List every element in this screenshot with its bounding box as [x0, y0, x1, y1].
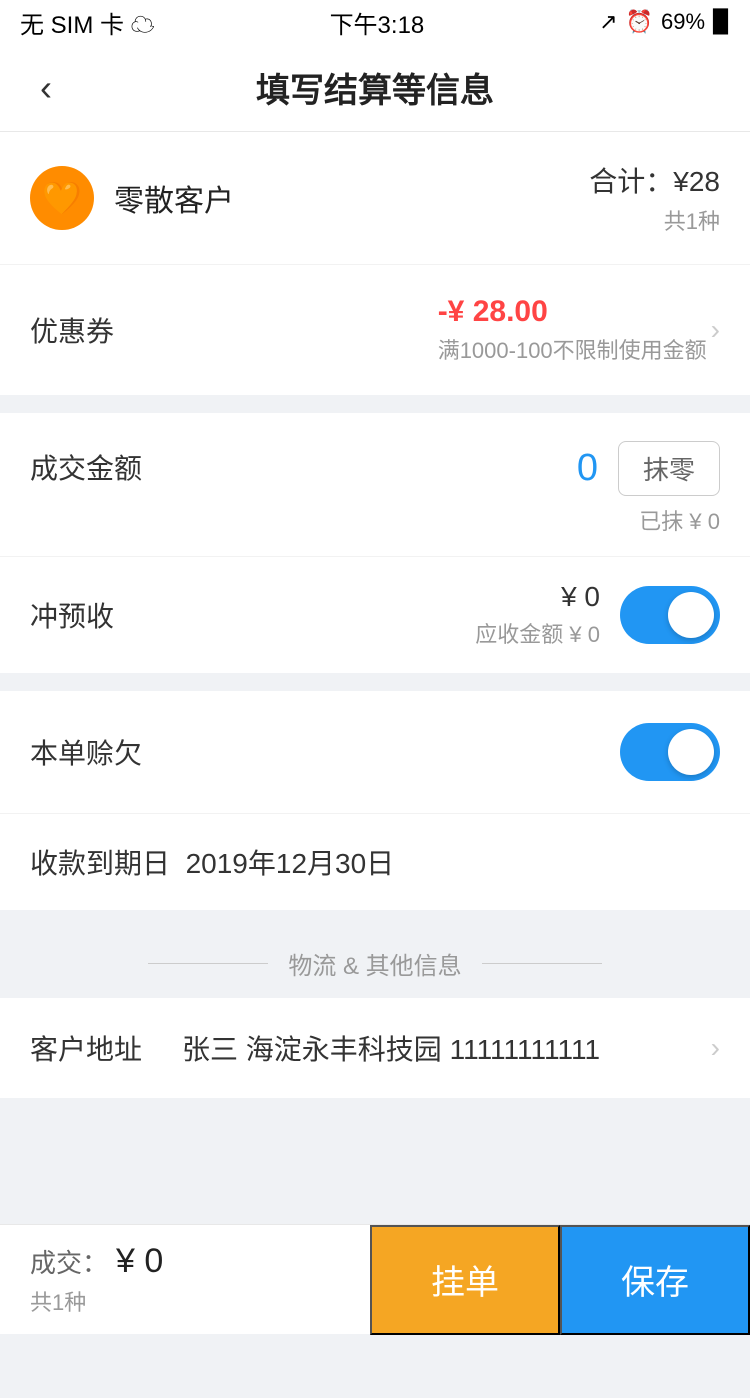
logistics-label: 物流 & 其他信息 — [288, 946, 461, 981]
status-bar: 无 SIM 卡 ☁ 下午3:18 ↗ ⏰ 69% ▉ — [0, 0, 750, 44]
logistics-divider: 物流 & 其他信息 — [0, 928, 750, 998]
location-icon: ↗ — [599, 9, 617, 35]
prepay-receivable: 应收金额 ¥ 0 — [475, 617, 600, 649]
due-date-label: 收款到期日 2019年12月30日 — [30, 848, 394, 879]
main-content: 🧡 零散客户 合计：¥28 共1种 优惠券 -¥ 28.00 满1000-100… — [0, 132, 750, 1398]
status-left: 无 SIM 卡 ☁ — [20, 5, 155, 40]
customer-name: 零散客户 — [114, 176, 234, 220]
deal-amount-section: 成交金额 0 抹零 已抹 ¥ 0 冲预收 ¥ 0 应收金额 ¥ 0 — [0, 413, 750, 673]
customer-left: 🧡 零散客户 — [30, 166, 234, 230]
coupon-info: -¥ 28.00 满1000-100不限制使用金额 — [438, 295, 707, 365]
coupon-label: 优惠券 — [30, 310, 114, 350]
credit-label: 本单赊欠 — [30, 732, 142, 772]
already-zero-label: 已抹 ¥ 0 — [0, 496, 750, 556]
prepay-info: ¥ 0 应收金额 ¥ 0 — [475, 581, 600, 649]
prepay-right: ¥ 0 应收金额 ¥ 0 — [475, 581, 720, 649]
prepay-label: 冲预收 — [30, 595, 114, 635]
deal-amount-value: 0 — [577, 447, 598, 490]
status-right: ↗ ⏰ 69% ▉ — [599, 9, 730, 35]
address-label: 客户地址 — [30, 1028, 142, 1068]
address-row[interactable]: 客户地址 张三 海淀永丰科技园 11111111111 › — [0, 998, 750, 1098]
bottom-left: 成交： ¥ 0 共1种 — [0, 1242, 370, 1317]
coupon-row[interactable]: 优惠券 -¥ 28.00 满1000-100不限制使用金额 › — [0, 264, 750, 395]
save-button[interactable]: 保存 — [560, 1225, 750, 1335]
bottom-deal-label: 成交： — [30, 1243, 108, 1280]
customer-right: 合计：¥28 共1种 — [589, 160, 720, 236]
deal-amount-label: 成交金额 — [30, 441, 142, 487]
total-count: 共1种 — [589, 204, 720, 236]
status-time: 下午3:18 — [330, 5, 425, 40]
address-chevron-icon: › — [711, 1032, 720, 1064]
customer-section: 🧡 零散客户 合计：¥28 共1种 优惠券 -¥ 28.00 满1000-100… — [0, 132, 750, 395]
customer-row: 🧡 零散客户 合计：¥28 共1种 — [0, 132, 750, 264]
avatar-icon: 🧡 — [42, 179, 82, 217]
section-divider-2 — [0, 910, 750, 928]
battery-icon: ▉ — [713, 9, 730, 35]
address-value: 张三 海淀永丰科技园 11111111111 — [182, 1028, 701, 1068]
total-price: 合计：¥28 — [589, 160, 720, 200]
amount-row: 成交金额 0 抹零 — [0, 413, 750, 496]
coupon-desc: 满1000-100不限制使用金额 — [438, 333, 707, 365]
round-down-button[interactable]: 抹零 — [618, 441, 720, 496]
credit-toggle[interactable] — [620, 723, 720, 781]
bottom-deal-row: 成交： ¥ 0 — [30, 1242, 340, 1281]
logistics-divider-inner: 物流 & 其他信息 — [148, 946, 601, 981]
divider-line-left — [148, 963, 268, 964]
sim-status: 无 SIM 卡 ☁ — [20, 5, 155, 40]
prepay-toggle[interactable] — [620, 586, 720, 644]
avatar: 🧡 — [30, 166, 94, 230]
battery-label: 69% — [661, 9, 705, 35]
bottom-amount: ¥ 0 — [116, 1242, 163, 1281]
credit-row: 本单赊欠 — [0, 691, 750, 813]
page-title: 填写结算等信息 — [256, 63, 494, 112]
bottom-bar: 成交： ¥ 0 共1种 挂单 保存 — [0, 1224, 750, 1334]
alarm-icon: ⏰ — [626, 9, 653, 35]
hang-order-button[interactable]: 挂单 — [370, 1225, 560, 1335]
coupon-amount: -¥ 28.00 — [438, 295, 707, 329]
nav-bar: ‹ 填写结算等信息 — [0, 44, 750, 132]
amount-right: 0 抹零 — [577, 441, 720, 496]
prepay-row: 冲预收 ¥ 0 应收金额 ¥ 0 — [0, 556, 750, 673]
coupon-chevron-icon: › — [711, 314, 720, 346]
credit-section: 本单赊欠 收款到期日 2019年12月30日 — [0, 691, 750, 910]
bottom-count: 共1种 — [30, 1285, 340, 1317]
due-date-row: 收款到期日 2019年12月30日 — [0, 813, 750, 910]
prepay-amount: ¥ 0 — [475, 581, 600, 613]
divider-line-right — [482, 963, 602, 964]
section-divider-1 — [0, 673, 750, 691]
back-button[interactable]: ‹ — [30, 57, 62, 119]
